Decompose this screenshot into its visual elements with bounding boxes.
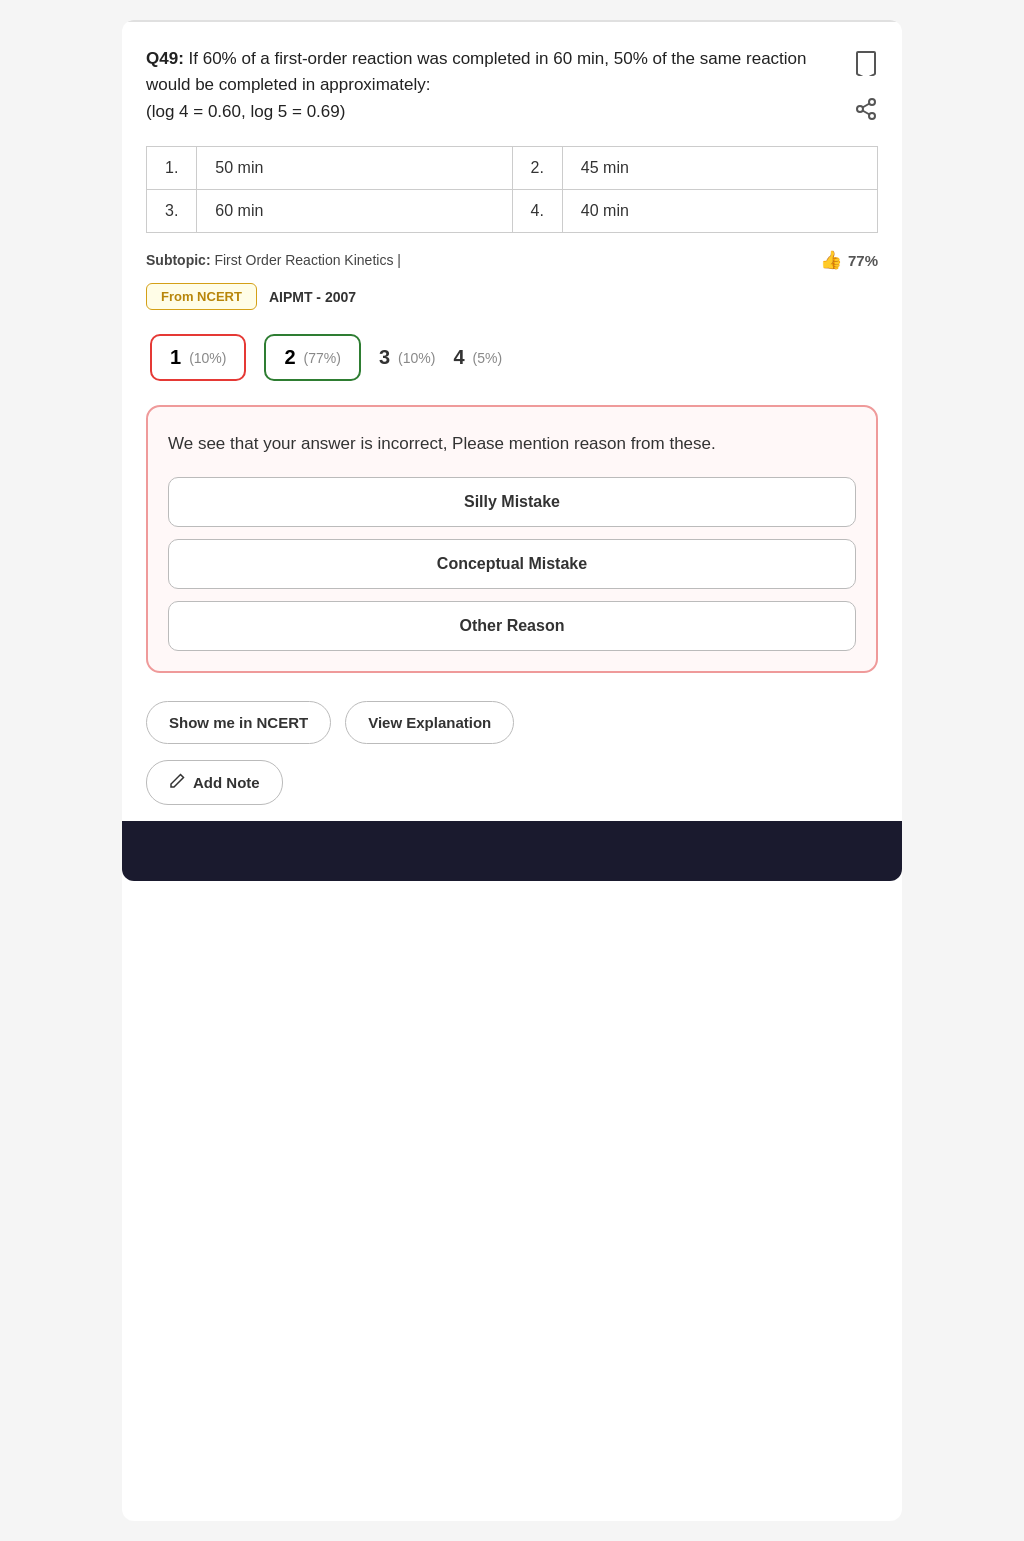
option-1-value: 50 min [197, 147, 512, 190]
options-table: 1. 50 min 2. 45 min 3. 60 min 4. 40 min [146, 146, 878, 233]
question-text: Q49: If 60% of a first-order reaction wa… [146, 46, 838, 125]
question-text-block: Q49: If 60% of a first-order reaction wa… [146, 46, 854, 125]
answer-options-row: 1 (10%) 2 (77%) 3 (10%) 4 (5%) [146, 334, 878, 381]
show-ncert-label: Show me in NCERT [169, 714, 308, 731]
subtopic-row: Subtopic: First Order Reaction Kinetics … [146, 249, 878, 271]
conceptual-mistake-button[interactable]: Conceptual Mistake [168, 539, 856, 589]
bookmark-icon [855, 50, 877, 82]
edit-icon [169, 773, 185, 792]
answer-option-4[interactable]: 4 (5%) [453, 346, 502, 369]
svg-line-0 [863, 104, 870, 108]
answer-option-2[interactable]: 2 (77%) [264, 334, 360, 381]
show-ncert-button[interactable]: Show me in NCERT [146, 701, 331, 744]
share-button[interactable] [854, 98, 878, 126]
option-2-num: 2. [512, 147, 562, 190]
answer-3-num: 3 [379, 346, 390, 369]
thumbs-up-icon: 👍 [820, 249, 842, 271]
svg-line-1 [863, 111, 870, 115]
subtopic-label: Subtopic: [146, 252, 211, 268]
answer-2-num: 2 [284, 346, 295, 369]
add-note-label: Add Note [193, 774, 260, 791]
silly-mistake-label: Silly Mistake [464, 493, 560, 510]
add-note-button[interactable]: Add Note [146, 760, 283, 805]
page-container: Q49: If 60% of a first-order reaction wa… [122, 20, 902, 1521]
option-row-2: 3. 60 min 4. 40 min [147, 190, 878, 233]
conceptual-mistake-label: Conceptual Mistake [437, 555, 587, 572]
answer-option-1[interactable]: 1 (10%) [150, 334, 246, 381]
answer-4-pct: (5%) [473, 350, 503, 366]
option-1-num: 1. [147, 147, 197, 190]
question-section: Q49: If 60% of a first-order reaction wa… [122, 46, 902, 805]
tags-row: From NCERT AIPMT - 2007 [146, 283, 878, 310]
answer-option-3[interactable]: 3 (10%) [379, 346, 435, 369]
icons-column [854, 46, 878, 126]
bottom-actions: Show me in NCERT View Explanation [146, 701, 878, 744]
question-number: Q49: [146, 49, 184, 68]
option-4-num: 4. [512, 190, 562, 233]
answer-2-pct: (77%) [304, 350, 341, 366]
top-divider [122, 20, 902, 22]
answer-3-pct: (10%) [398, 350, 435, 366]
question-body: If 60% of a first-order reaction was com… [146, 49, 807, 94]
silly-mistake-button[interactable]: Silly Mistake [168, 477, 856, 527]
like-section: 👍 77% [820, 249, 878, 271]
question-hint: (log 4 = 0.60, log 5 = 0.69) [146, 102, 345, 121]
question-header: Q49: If 60% of a first-order reaction wa… [146, 46, 878, 126]
incorrect-reason-box: We see that your answer is incorrect, Pl… [146, 405, 878, 673]
subtopic-value: First Order Reaction Kinetics | [214, 252, 400, 268]
subtopic-info: Subtopic: First Order Reaction Kinetics … [146, 252, 401, 268]
view-explanation-label: View Explanation [368, 714, 491, 731]
bookmark-button[interactable] [855, 50, 877, 82]
ncert-tag: From NCERT [146, 283, 257, 310]
answer-1-num: 1 [170, 346, 181, 369]
share-icon [854, 98, 878, 126]
option-3-value: 60 min [197, 190, 512, 233]
answer-4-num: 4 [453, 346, 464, 369]
view-explanation-button[interactable]: View Explanation [345, 701, 514, 744]
option-2-value: 45 min [562, 147, 877, 190]
like-percentage: 77% [848, 252, 878, 269]
exam-tag: AIPMT - 2007 [269, 289, 356, 305]
answer-1-pct: (10%) [189, 350, 226, 366]
other-reason-button[interactable]: Other Reason [168, 601, 856, 651]
incorrect-message: We see that your answer is incorrect, Pl… [168, 431, 856, 457]
bottom-dark-bar [122, 821, 902, 881]
other-reason-label: Other Reason [460, 617, 565, 634]
option-4-value: 40 min [562, 190, 877, 233]
option-row-1: 1. 50 min 2. 45 min [147, 147, 878, 190]
option-3-num: 3. [147, 190, 197, 233]
